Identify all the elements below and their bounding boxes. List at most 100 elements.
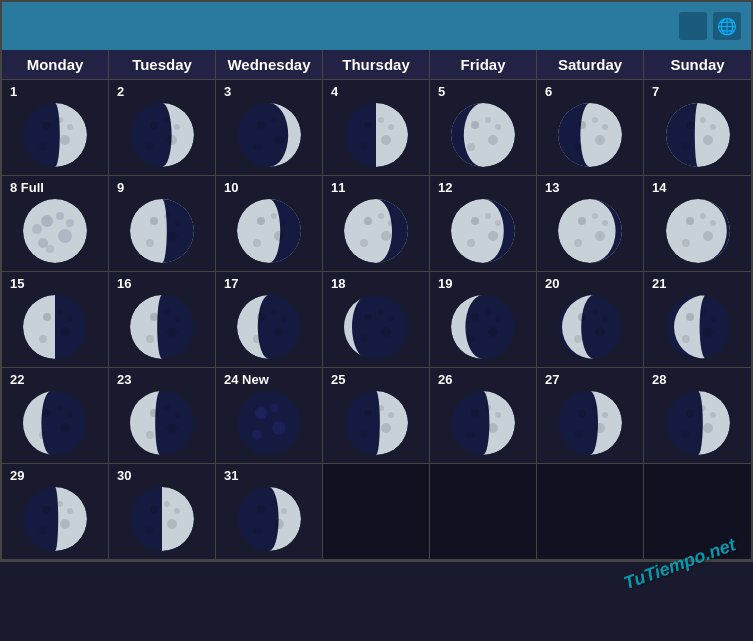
cell-date: 10 [218, 180, 320, 195]
moon-phase [4, 99, 106, 171]
svg-point-174 [360, 431, 368, 439]
moon-phase [432, 195, 534, 267]
moon-phase [218, 195, 320, 267]
calendar-header: 🌐 [2, 2, 751, 50]
cell-date: 23 [111, 372, 213, 387]
svg-point-68 [274, 231, 284, 241]
svg-point-141 [602, 316, 608, 322]
svg-point-146 [700, 309, 706, 315]
cell-date: 11 [325, 180, 427, 195]
svg-point-24 [381, 135, 391, 145]
svg-point-37 [578, 121, 586, 129]
globe-icon[interactable]: 🌐 [713, 12, 741, 40]
svg-point-158 [150, 409, 158, 417]
cell-date: 30 [111, 468, 213, 483]
svg-point-97 [700, 213, 706, 219]
svg-point-16 [257, 121, 265, 129]
calendar-cell: 14 [644, 176, 751, 272]
svg-point-133 [467, 335, 475, 343]
day-header-saturday: Saturday [537, 50, 644, 80]
svg-point-178 [471, 409, 479, 417]
svg-point-139 [592, 309, 598, 315]
svg-point-117 [274, 327, 284, 337]
calendar-cell: 19 [430, 272, 537, 368]
svg-point-12 [146, 143, 154, 151]
svg-point-160 [164, 405, 170, 411]
svg-point-57 [32, 224, 42, 234]
svg-point-148 [710, 316, 716, 322]
svg-point-31 [488, 135, 498, 145]
moon-phase [539, 291, 641, 363]
svg-point-154 [39, 431, 47, 439]
svg-point-104 [57, 309, 63, 315]
cell-date: 4 [325, 84, 427, 99]
moon-phase [218, 483, 320, 555]
svg-point-200 [60, 519, 70, 529]
svg-point-166 [272, 421, 286, 435]
svg-point-179 [488, 423, 498, 433]
s-icon[interactable] [679, 12, 707, 40]
cell-date: 5 [432, 84, 534, 99]
svg-point-84 [467, 239, 475, 247]
calendar-cell [430, 464, 537, 560]
svg-point-62 [164, 213, 170, 219]
svg-point-215 [271, 501, 277, 507]
svg-point-131 [488, 327, 498, 337]
svg-point-91 [574, 239, 582, 247]
svg-point-120 [281, 316, 287, 322]
svg-point-155 [67, 412, 73, 418]
svg-point-147 [682, 335, 690, 343]
svg-point-74 [364, 217, 372, 225]
svg-point-214 [274, 519, 284, 529]
svg-point-213 [257, 505, 265, 513]
svg-point-167 [270, 404, 278, 412]
svg-point-217 [281, 508, 287, 514]
moon-phase [325, 291, 427, 363]
moon-phase [4, 483, 106, 555]
cell-date: 22 [4, 372, 106, 387]
cell-date: 2 [111, 84, 213, 99]
moon-phase [218, 291, 320, 363]
calendar-cell: 16 [109, 272, 216, 368]
svg-point-25 [378, 117, 384, 123]
calendar-cell: 6 [537, 80, 644, 176]
svg-point-105 [39, 335, 47, 343]
svg-point-102 [43, 313, 51, 321]
calendar-cell: 7 [644, 80, 751, 176]
calendar-cell: 18 [323, 272, 430, 368]
svg-point-3 [60, 135, 70, 145]
svg-point-130 [471, 313, 479, 321]
svg-point-164 [237, 391, 301, 455]
calendar-cell: 12 [430, 176, 537, 272]
svg-point-78 [388, 220, 394, 226]
svg-point-85 [495, 220, 501, 226]
svg-point-51 [41, 215, 53, 227]
svg-point-40 [574, 143, 582, 151]
calendar-cell: 9 [109, 176, 216, 272]
svg-point-152 [60, 423, 70, 433]
svg-point-134 [495, 316, 501, 322]
cell-date: 29 [4, 468, 106, 483]
svg-point-64 [174, 220, 180, 226]
svg-point-4 [57, 117, 63, 123]
moon-phase [432, 99, 534, 171]
calendar-cell: 30 [109, 464, 216, 560]
svg-point-60 [150, 217, 158, 225]
calendar-cell: 28 [644, 368, 751, 464]
svg-point-187 [592, 405, 598, 411]
svg-point-196 [710, 412, 716, 418]
moon-phase [218, 387, 320, 459]
svg-point-144 [686, 313, 694, 321]
cell-date: 16 [111, 276, 213, 291]
svg-point-123 [364, 313, 372, 321]
svg-point-92 [602, 220, 608, 226]
calendar-cell: 23 [109, 368, 216, 464]
svg-point-48 [710, 124, 716, 130]
calendar-cell [537, 464, 644, 560]
svg-point-210 [174, 508, 180, 514]
moon-phase [111, 99, 213, 171]
svg-point-153 [57, 405, 63, 411]
calendar-cell: 2 [109, 80, 216, 176]
cell-date: 6 [539, 84, 641, 99]
svg-point-20 [281, 124, 287, 130]
